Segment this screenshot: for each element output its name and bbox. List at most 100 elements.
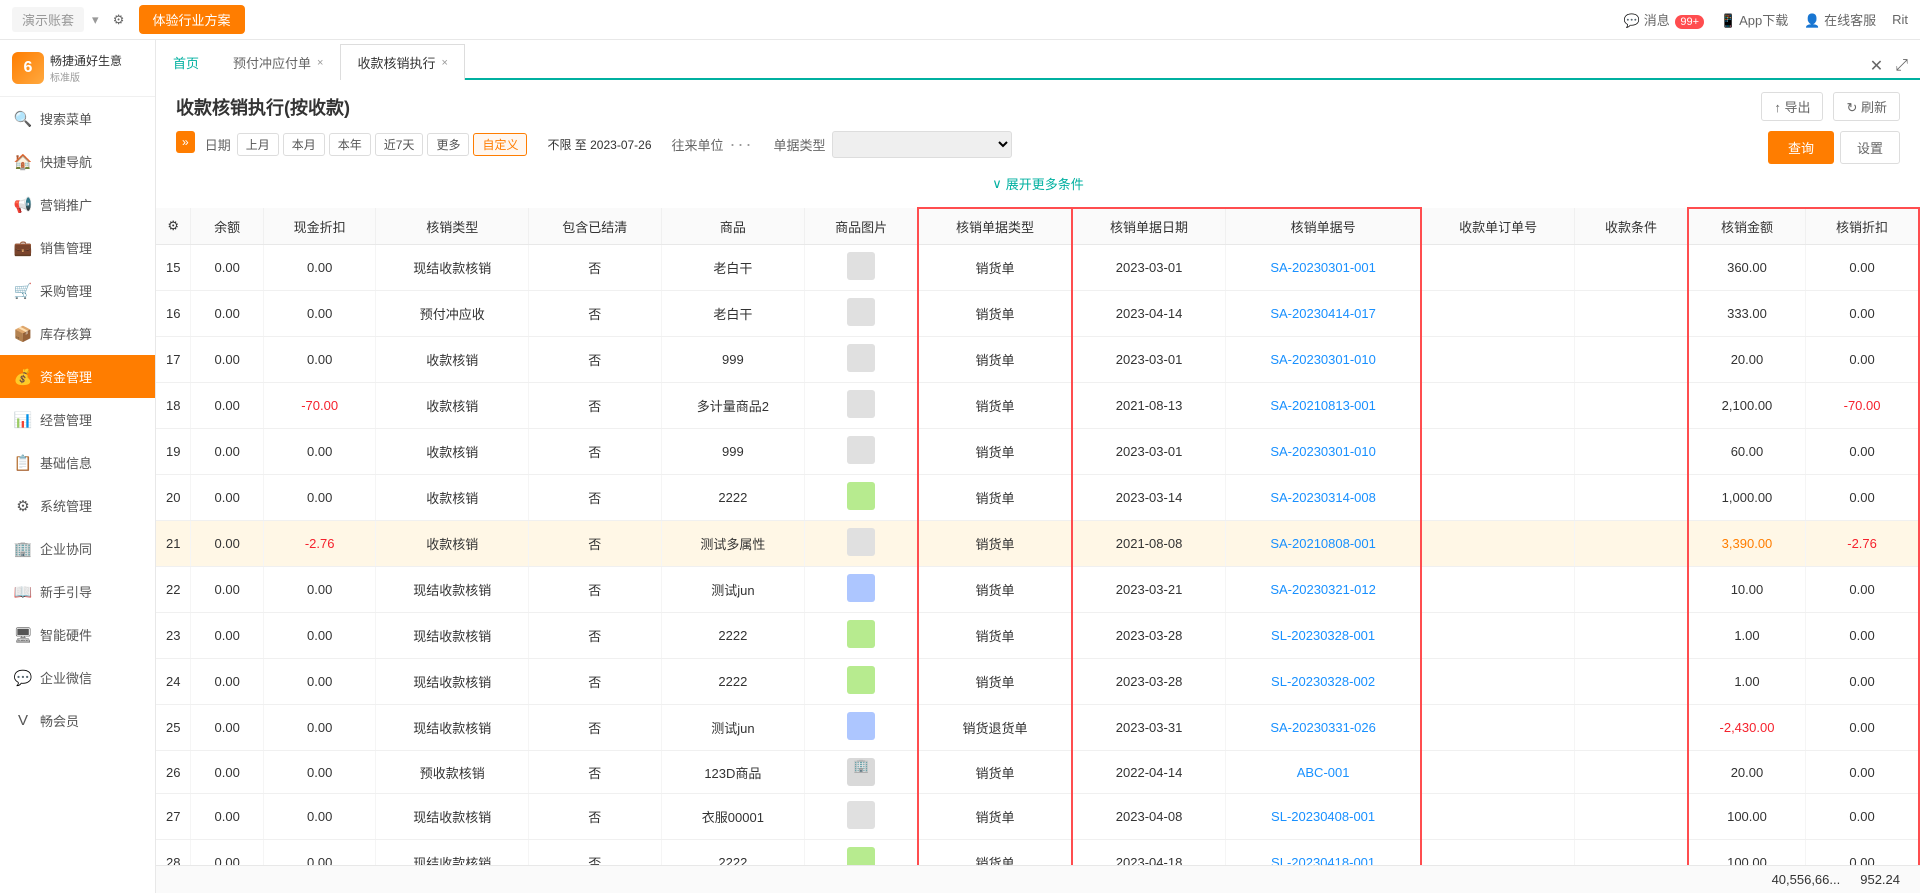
date-btn-custom[interactable]: 自定义 xyxy=(473,133,527,156)
sidebar-label-hardware: 智能硬件 xyxy=(40,625,92,644)
td-balance: 0.00 xyxy=(191,794,263,840)
table-row: 25 0.00 0.00 现结收款核销 否 测试jun 销货退货单 2023-0… xyxy=(156,705,1919,751)
sidebar-item-basicinfo[interactable]: 📋 基础信息 xyxy=(0,441,155,484)
sidebar-item-quicknav[interactable]: 🏠 快捷导航 xyxy=(0,140,155,183)
td-receipt-order-no xyxy=(1421,429,1574,475)
td-goods-img xyxy=(805,475,918,521)
td-receipt-order-no xyxy=(1421,521,1574,567)
sidebar-item-wechat[interactable]: 💬 企业微信 xyxy=(0,656,155,699)
td-doc-type: 销货单 xyxy=(918,383,1072,429)
td-id: 19 xyxy=(156,429,191,475)
sidebar-item-sales[interactable]: 💼 销售管理 xyxy=(0,226,155,269)
user-name[interactable]: Rit xyxy=(1892,12,1908,27)
export-btn[interactable]: ↑ 导出 xyxy=(1761,92,1823,121)
th-verify-type: 核销类型 xyxy=(376,208,529,245)
sidebar-item-search[interactable]: 🔍 搜索菜单 xyxy=(0,97,155,140)
td-goods: 多计量商品2 xyxy=(661,383,805,429)
page-header: 收款核销执行(按收款) ↑ 导出 ↻ 刷新 xyxy=(156,80,1920,121)
td-id: 23 xyxy=(156,613,191,659)
table-container[interactable]: ⚙ 余额 现金折扣 核销类型 包含已结清 商品 商品图片 核销单据类型 核销单据… xyxy=(156,207,1920,865)
td-verify-amount: 333.00 xyxy=(1688,291,1806,337)
sidebar-item-sysadmin[interactable]: ⚙ 系统管理 xyxy=(0,484,155,527)
online-service[interactable]: 👤 在线客服 xyxy=(1804,10,1876,29)
td-verify-discount: -70.00 xyxy=(1806,383,1919,429)
td-include-settled: 否 xyxy=(529,337,662,383)
tab-home[interactable]: 首页 xyxy=(156,44,216,80)
td-goods-img xyxy=(805,840,918,866)
td-verify-type: 现结收款核销 xyxy=(376,794,529,840)
industry-btn[interactable]: 体验行业方案 xyxy=(139,5,245,34)
sidebar-item-purchase[interactable]: 🛒 采购管理 xyxy=(0,269,155,312)
td-verify-discount: 0.00 xyxy=(1806,840,1919,866)
sidebar-item-vip[interactable]: V 畅会员 xyxy=(0,699,155,742)
sidebar-item-guide[interactable]: 📖 新手引导 xyxy=(0,570,155,613)
sidebar-item-operations[interactable]: 📊 经营管理 xyxy=(0,398,155,441)
td-balance: 0.00 xyxy=(191,613,263,659)
td-doc-no: SL-20230418-001 xyxy=(1225,840,1421,866)
tab-prepay[interactable]: 预付冲应付单 × xyxy=(216,44,340,80)
date-btn-last-month[interactable]: 上月 xyxy=(237,133,279,156)
td-cash-discount: 0.00 xyxy=(263,794,376,840)
td-verify-type: 收款核销 xyxy=(376,337,529,383)
table-row: 19 0.00 0.00 收款核销 否 999 销货单 2023-03-01 S… xyxy=(156,429,1919,475)
td-receipt-cond xyxy=(1575,291,1688,337)
td-goods-img xyxy=(805,705,918,751)
app-download[interactable]: 📱 App下载 xyxy=(1720,10,1788,29)
table-header-row: ⚙ 余额 现金折扣 核销类型 包含已结清 商品 商品图片 核销单据类型 核销单据… xyxy=(156,208,1919,245)
td-include-settled: 否 xyxy=(529,383,662,429)
td-goods-img xyxy=(805,794,918,840)
sidebar-item-inventory[interactable]: 📦 库存核算 xyxy=(0,312,155,355)
sidebar-item-hardware[interactable]: 🖥 智能硬件 xyxy=(0,613,155,656)
td-cash-discount: 0.00 xyxy=(263,659,376,705)
td-doc-no: SL-20230328-002 xyxy=(1225,659,1421,705)
tab-close-all-btn[interactable]: ✕ xyxy=(1866,54,1887,78)
date-btn-more[interactable]: 更多 xyxy=(427,133,469,156)
date-btn-7days[interactable]: 近7天 xyxy=(375,133,424,156)
voucher-type-select[interactable] xyxy=(832,131,1012,158)
tab-prepay-close[interactable]: × xyxy=(317,57,323,69)
td-doc-no: SA-20230301-010 xyxy=(1225,429,1421,475)
td-verify-amount: -2,430.00 xyxy=(1688,705,1806,751)
sidebar-item-marketing[interactable]: 📢 营销推广 xyxy=(0,183,155,226)
expand-more-btn[interactable]: ∨ 展开更多条件 xyxy=(988,170,1088,197)
td-receipt-cond xyxy=(1575,613,1688,659)
page-actions: ↑ 导出 ↻ 刷新 xyxy=(1761,92,1900,121)
message-area[interactable]: 💬 消息 99+ xyxy=(1624,10,1704,29)
td-goods: 999 xyxy=(661,337,805,383)
date-range-display: 不限 至 2023-07-26 xyxy=(547,136,651,153)
td-id: 18 xyxy=(156,383,191,429)
td-doc-no: SA-20230301-010 xyxy=(1225,337,1421,383)
setting-btn[interactable]: 设置 xyxy=(1840,131,1900,164)
sidebar-item-enterprise[interactable]: 🏢 企业协同 xyxy=(0,527,155,570)
th-verify-discount: 核销折扣 xyxy=(1806,208,1919,245)
td-verify-amount: 20.00 xyxy=(1688,751,1806,794)
tab-maximize-btn[interactable]: ⤢ xyxy=(1891,55,1912,77)
td-verify-amount: 100.00 xyxy=(1688,794,1806,840)
td-verify-discount: 0.00 xyxy=(1806,794,1919,840)
td-goods: 2222 xyxy=(661,840,805,866)
td-verify-discount: 0.00 xyxy=(1806,245,1919,291)
expand-icon: ∨ xyxy=(992,176,1002,192)
th-settings[interactable]: ⚙ xyxy=(156,208,191,245)
td-verify-type: 收款核销 xyxy=(376,383,529,429)
dropdown-icon[interactable]: ▾ xyxy=(92,12,99,28)
td-goods-img xyxy=(805,245,918,291)
filter-expand-arrow[interactable]: » xyxy=(176,131,195,153)
td-verify-discount: 0.00 xyxy=(1806,659,1919,705)
td-id: 22 xyxy=(156,567,191,613)
sidebar-item-finance[interactable]: 💰 资金管理 xyxy=(0,355,155,398)
date-btn-this-month[interactable]: 本月 xyxy=(283,133,325,156)
td-cash-discount: -70.00 xyxy=(263,383,376,429)
filter-main-row: 日期 上月 本月 本年 近7天 更多 自定义 不限 至 2023-07-26 往… xyxy=(205,131,1758,158)
th-goods-img: 商品图片 xyxy=(805,208,918,245)
sidebar-label-basicinfo: 基础信息 xyxy=(40,453,92,472)
refresh-btn[interactable]: ↻ 刷新 xyxy=(1833,92,1900,121)
tab-receipt[interactable]: 收款核销执行 × xyxy=(340,44,464,80)
settings-gear-icon[interactable]: ⚙ xyxy=(107,8,131,32)
company-name[interactable]: 演示账套 xyxy=(12,7,84,32)
td-verify-discount: 0.00 xyxy=(1806,613,1919,659)
tab-receipt-close[interactable]: × xyxy=(441,57,447,69)
date-btn-this-year[interactable]: 本年 xyxy=(329,133,371,156)
td-doc-type: 销货单 xyxy=(918,567,1072,613)
query-btn[interactable]: 查询 xyxy=(1768,131,1834,164)
